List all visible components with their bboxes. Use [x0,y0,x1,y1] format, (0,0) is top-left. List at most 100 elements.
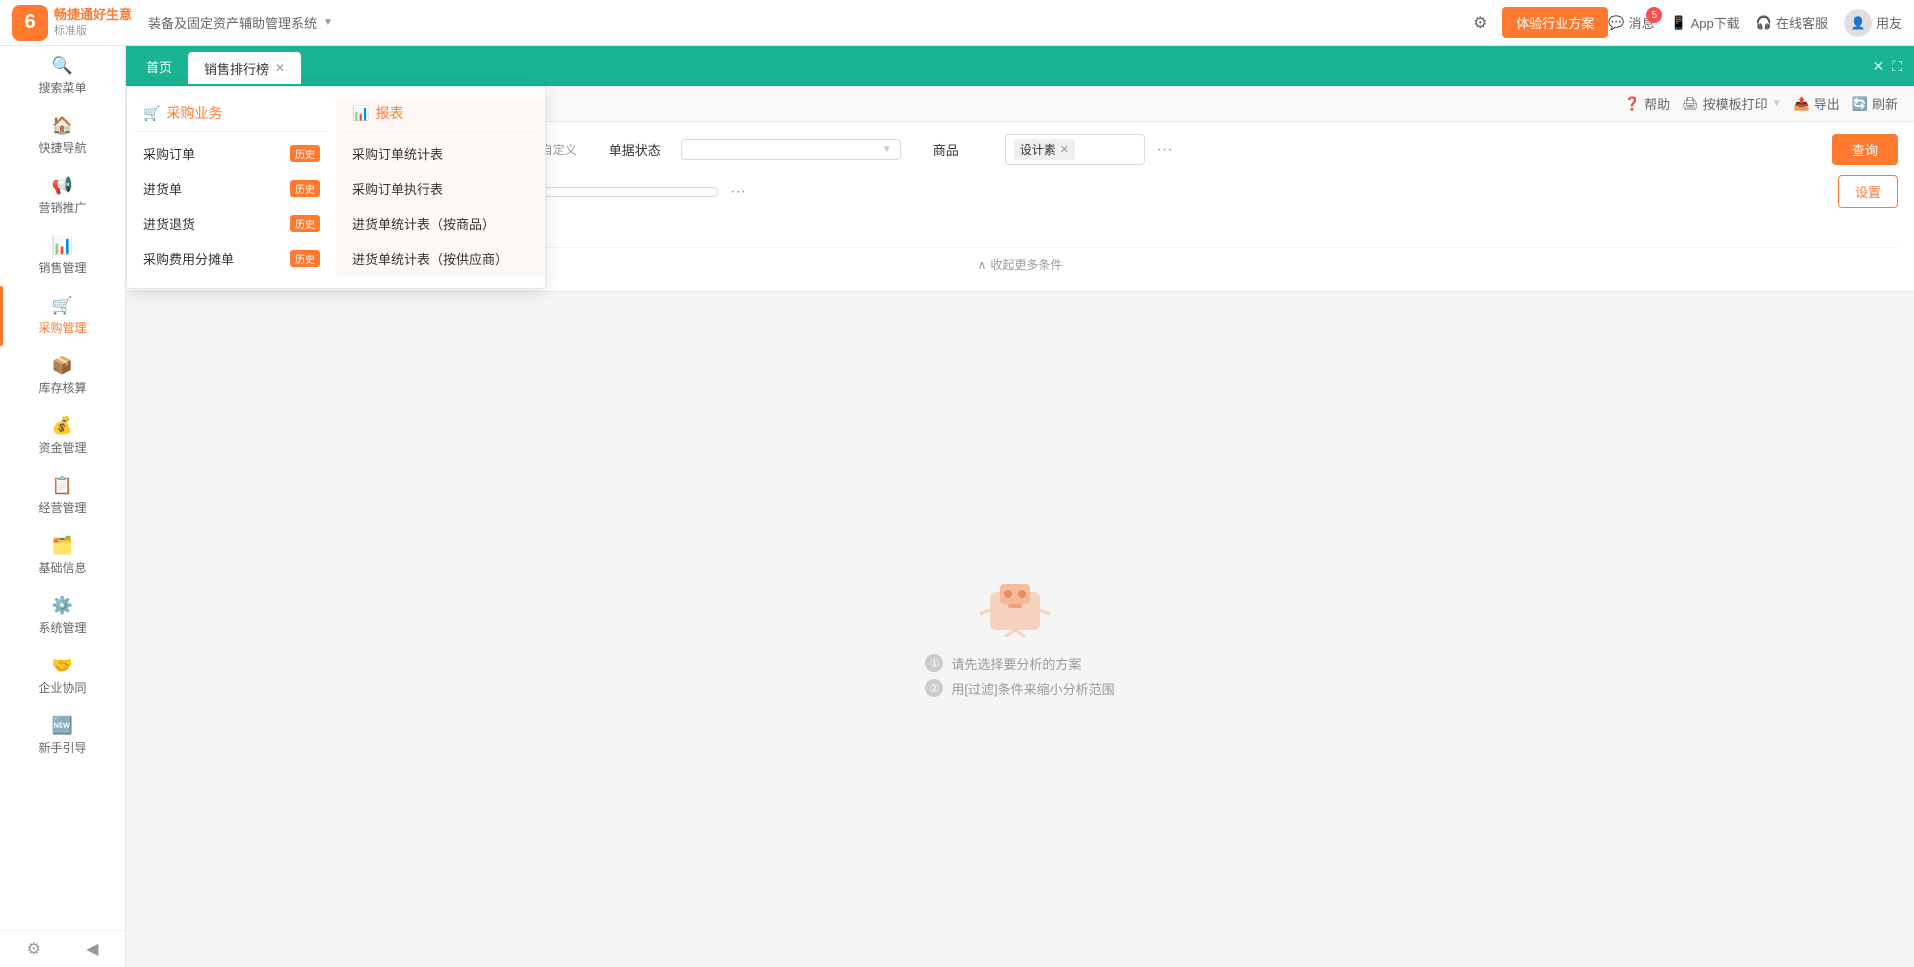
sidebar-item-operations[interactable]: 📋 经营管理 [0,466,125,526]
menu-item-receipt-stats-supplier[interactable]: 进货单统计表（按供应商） [344,241,537,276]
message-button[interactable]: 💬 消息 5 [1608,13,1654,32]
sidebar-item-marketing[interactable]: 📢 营销推广 [0,166,125,226]
sidebar-label-purchase: 采购管理 [38,319,86,336]
sidebar-label-inventory: 库存核算 [38,379,86,396]
app-download-button[interactable]: 📱 App下载 [1670,13,1739,32]
sidebar-label-search: 搜索菜单 [38,79,86,96]
online-service-label: 在线客服 [1776,13,1828,32]
refresh-icon: 🔄 [1852,96,1868,112]
shortcut-custom[interactable]: 自定义 [541,141,577,158]
print-icon: 🖨 [1682,96,1699,112]
refresh-button[interactable]: 🔄 刷新 [1852,94,1898,113]
menu-item-receipt-stats-goods[interactable]: 进货单统计表（按商品） [344,206,537,241]
export-label: 导出 [1814,94,1840,113]
sidebar-label-enterprise: 企业协同 [38,679,86,696]
purchase-title-text: 采购业务 [166,103,222,123]
purchase-icon: 🛒 [52,296,73,316]
window-expand-btn[interactable]: ⛶ [1892,58,1902,75]
gear-button[interactable]: ⚙ [1466,9,1494,37]
empty-hint-1: ① 请先选择要分析的方案 [925,654,1114,673]
sidebar-item-enterprise[interactable]: 🤝 企业协同 [0,646,125,706]
goods-tag: 设计素 ✕ [1014,139,1075,160]
doc-status-arrow: ▼ [882,144,892,155]
system-icon: ⚙️ [52,596,73,616]
report-col: 📊 报表 采购订单统计表 采购订单执行表 进货单统计表（按商品） [336,99,545,276]
user-info[interactable]: 👤 用友 [1844,9,1902,37]
active-bar [0,286,3,346]
history-tag-3: 历史 [290,215,320,232]
tab-sales-ranking[interactable]: 销售排行榜 ✕ [188,52,301,84]
tab-close-btn[interactable]: ✕ [275,61,285,75]
purchase-expense-label: 采购费用分摊单 [143,249,284,268]
window-close-btn[interactable]: ✕ [1872,58,1884,75]
help-button[interactable]: ❓ 帮助 [1624,94,1670,113]
goods-input[interactable]: 设计素 ✕ [1005,134,1145,165]
menu-item-order-stats[interactable]: 采购订单统计表 [344,136,537,171]
sidebar-item-purchase[interactable]: 🛒 采购管理 [0,286,125,346]
doc-status-label: 单据状态 [609,140,669,159]
sidebar-label-quick-nav: 快捷导航 [38,139,86,156]
menu-item-order-exec[interactable]: 采购订单执行表 [344,171,537,206]
logo-area: 6 畅捷通好生意 标准版 [12,5,132,41]
menu-item-purchase-return[interactable]: 进货退货 历史 [135,206,328,241]
logo-main: 畅捷通好生意 [54,7,132,23]
logo-text: 畅捷通好生意 标准版 [54,7,132,39]
sidebar-item-quick-nav[interactable]: 🏠 快捷导航 [0,106,125,166]
sidebar-settings-btn[interactable]: ⚙ [27,939,41,959]
empty-svg [970,562,1060,637]
empty-state: ① 请先选择要分析的方案 ② 用[过滤]条件来缩小分析范围 [126,292,1914,967]
dropdown-arrow-icon[interactable]: ▼ [323,17,333,28]
sidebar-item-search[interactable]: 🔍 搜索菜单 [0,46,125,106]
sidebar-item-basic-info[interactable]: 🗂️ 基础信息 [0,526,125,586]
message-badge: 5 [1646,7,1662,23]
history-tag-1: 历史 [290,145,320,162]
home-icon: 🏠 [52,116,73,136]
action-btns-2: 设置 [1838,175,1898,208]
sidebar-item-finance[interactable]: 💰 资金管理 [0,406,125,466]
sidebar-collapse-btn[interactable]: ◀ [86,939,98,959]
top-bar: 6 畅捷通好生意 标准版 装备及固定资产辅助管理系统 ▼ ⚙ 体验行业方案 💬 … [0,0,1914,46]
salesperson-input[interactable] [538,187,718,197]
help-icon: ❓ [1624,96,1640,112]
hint-text-1: 请先选择要分析的方案 [951,654,1081,673]
tab-window-btns: ✕ ⛶ [1864,58,1910,75]
query-button[interactable]: 查询 [1832,134,1898,165]
sidebar-item-system[interactable]: ⚙️ 系统管理 [0,586,125,646]
top-bar-right: 💬 消息 5 📱 App下载 🎧 在线客服 👤 用友 [1608,9,1902,37]
sales-icon: 📊 [52,236,73,256]
print-button[interactable]: 🖨 按模板打印 ▼ [1682,94,1781,113]
sidebar-item-guide[interactable]: 🆕 新手引导 [0,706,125,766]
online-service-button[interactable]: 🎧 在线客服 [1756,13,1828,32]
sidebar-item-inventory[interactable]: 📦 库存核算 [0,346,125,406]
history-tag-2: 历史 [290,180,320,197]
menu-item-purchase-order[interactable]: 采购订单 历史 [135,136,328,171]
finance-icon: 💰 [52,416,73,436]
receipt-stats-goods-label: 进货单统计表（按商品） [352,214,529,233]
settings-button[interactable]: 设置 [1838,175,1898,208]
report-title-icon: 📊 [352,105,369,122]
sidebar-label-finance: 资金管理 [38,439,86,456]
goods-tag-close[interactable]: ✕ [1060,143,1069,156]
empty-hint-2: ② 用[过滤]条件来缩小分析范围 [925,679,1114,698]
doc-status-select[interactable]: ▼ [681,139,901,160]
goods-dots[interactable]: ··· [1157,141,1173,159]
sidebar-label-marketing: 营销推广 [38,199,86,216]
logo-sub: 标准版 [54,22,132,38]
purchase-order-label: 采购订单 [143,144,284,163]
operations-icon: 📋 [52,476,73,496]
salesperson-dots[interactable]: ··· [730,183,746,201]
sidebar: 🔍 搜索菜单 🏠 快捷导航 📢 营销推广 📊 销售管理 🛒 采购管理 � [0,46,126,967]
guide-icon: 🆕 [52,716,73,736]
action-btns: 查询 [1832,134,1898,165]
tab-home[interactable]: 首页 [130,50,188,82]
empty-hints: ① 请先选择要分析的方案 ② 用[过滤]条件来缩小分析范围 [925,654,1114,698]
menu-item-purchase-receipt[interactable]: 进货单 历史 [135,171,328,206]
menu-item-purchase-expense[interactable]: 采购费用分摊单 历史 [135,241,328,276]
tab-bar: 首页 销售排行榜 ✕ ✕ ⛶ 🛒 采购业务 [126,46,1914,86]
experience-button[interactable]: 体验行业方案 [1502,7,1608,38]
inventory-icon: 📦 [52,356,73,376]
sidebar-label-sales: 销售管理 [38,259,86,276]
sidebar-label-system: 系统管理 [38,619,86,636]
export-button[interactable]: 📤 导出 [1794,94,1840,113]
sidebar-item-sales[interactable]: 📊 销售管理 [0,226,125,286]
